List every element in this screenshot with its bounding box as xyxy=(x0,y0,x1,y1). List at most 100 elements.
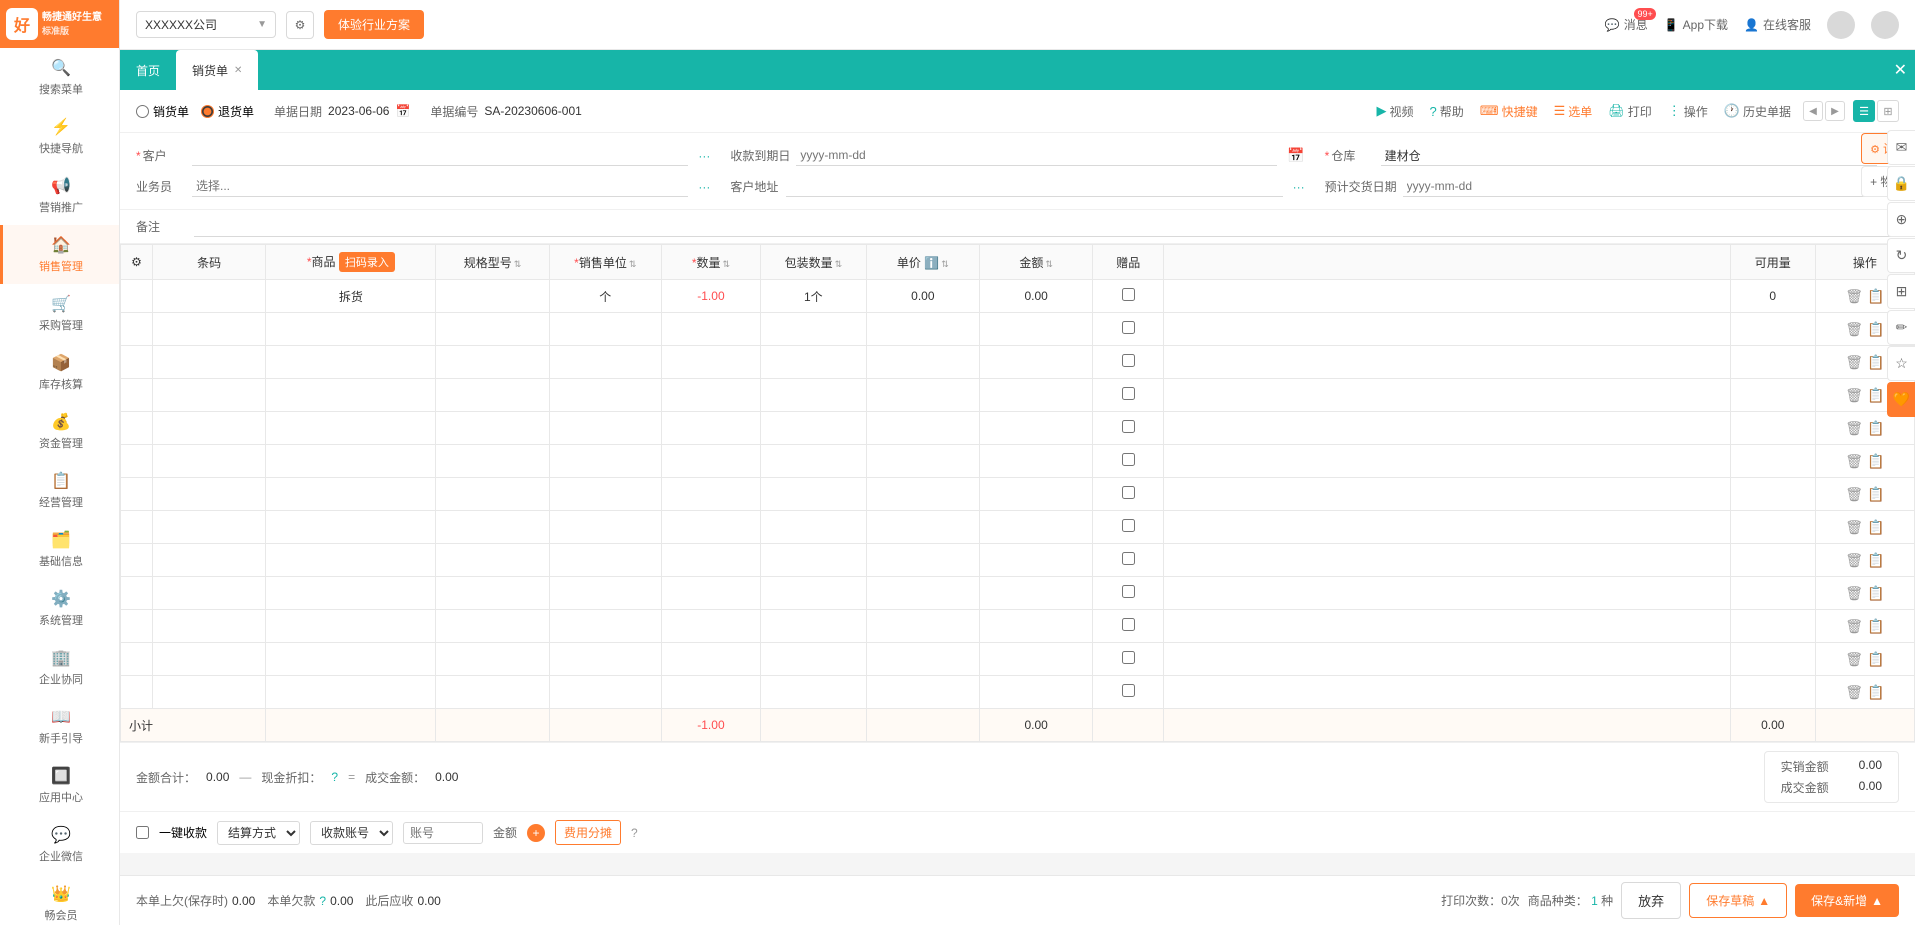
cell-spec[interactable] xyxy=(436,346,549,379)
cell-amount[interactable] xyxy=(979,643,1092,676)
customer-lookup-icon[interactable]: ··· xyxy=(698,149,710,163)
cell-barcode[interactable] xyxy=(153,610,266,643)
user-avatar2[interactable] xyxy=(1871,11,1899,39)
cell-price[interactable] xyxy=(866,511,979,544)
cell-amount[interactable]: 0.00 xyxy=(979,280,1092,313)
cell-product[interactable] xyxy=(266,676,436,709)
customer-input[interactable] xyxy=(192,145,688,166)
sale-order-radio[interactable]: 销货单 xyxy=(136,103,189,120)
cell-unit[interactable] xyxy=(549,412,661,445)
cell-amount[interactable] xyxy=(979,676,1092,709)
account-select[interactable]: 收款账号 xyxy=(310,821,393,845)
cell-gift[interactable] xyxy=(1093,445,1164,478)
sidebar-item-sales[interactable]: 🏠 销售管理 xyxy=(0,225,119,284)
copy-row-icon[interactable]: 📋 xyxy=(1867,387,1884,404)
cell-product[interactable] xyxy=(266,346,436,379)
cell-spec[interactable] xyxy=(436,379,549,412)
cell-gift[interactable] xyxy=(1093,280,1164,313)
cell-spec[interactable] xyxy=(436,643,549,676)
cell-spec[interactable] xyxy=(436,511,549,544)
cell-spec[interactable] xyxy=(436,544,549,577)
sidebar-item-enterprise[interactable]: 🏢 企业协同 xyxy=(0,638,119,697)
remark-input[interactable] xyxy=(194,216,1899,237)
cell-pack-qty[interactable] xyxy=(761,511,867,544)
user-avatar[interactable] xyxy=(1827,11,1855,39)
cell-product[interactable] xyxy=(266,379,436,412)
sidebar-item-member[interactable]: 👑 畅会员 xyxy=(0,874,119,925)
cell-unit[interactable] xyxy=(549,577,661,610)
cell-price[interactable] xyxy=(866,643,979,676)
cell-barcode[interactable] xyxy=(153,676,266,709)
cell-barcode[interactable] xyxy=(153,478,266,511)
copy-row-icon[interactable]: 📋 xyxy=(1867,651,1884,668)
cell-spec[interactable] xyxy=(436,478,549,511)
close-all-tabs-icon[interactable]: ✕ xyxy=(1894,60,1907,80)
copy-row-icon[interactable]: 📋 xyxy=(1867,618,1884,635)
due-date-calendar-icon[interactable]: 📅 xyxy=(1287,147,1304,164)
cell-qty[interactable] xyxy=(661,313,760,346)
calc-method-select[interactable]: 结算方式 xyxy=(217,821,300,845)
cell-gift[interactable] xyxy=(1093,643,1164,676)
cell-gift[interactable] xyxy=(1093,412,1164,445)
cell-pack-qty[interactable] xyxy=(761,577,867,610)
cell-barcode[interactable] xyxy=(153,544,266,577)
cell-unit[interactable] xyxy=(549,478,661,511)
cell-unit[interactable] xyxy=(549,511,661,544)
fee-help-icon[interactable]: ? xyxy=(631,826,638,840)
copy-row-icon[interactable]: 📋 xyxy=(1867,519,1884,536)
delete-row-icon[interactable]: 🗑 xyxy=(1845,486,1863,503)
cell-spec[interactable] xyxy=(436,445,549,478)
cell-gift[interactable] xyxy=(1093,313,1164,346)
cell-spec[interactable] xyxy=(436,313,549,346)
cell-gift[interactable] xyxy=(1093,379,1164,412)
cell-spec[interactable] xyxy=(436,280,549,313)
delete-row-icon[interactable]: 🗑 xyxy=(1845,354,1863,371)
salesperson-lookup-icon[interactable]: ··· xyxy=(698,180,710,194)
due-date-input[interactable] xyxy=(796,145,1277,166)
delete-row-icon[interactable]: 🗑 xyxy=(1845,387,1863,404)
cell-product[interactable] xyxy=(266,313,436,346)
cell-price[interactable] xyxy=(866,412,979,445)
cell-gift[interactable] xyxy=(1093,478,1164,511)
message-button[interactable]: 💬 消息 99+ xyxy=(1605,16,1648,33)
copy-row-icon[interactable]: 📋 xyxy=(1867,585,1884,602)
cell-amount[interactable] xyxy=(979,544,1092,577)
cell-amount[interactable] xyxy=(979,445,1092,478)
delete-row-icon[interactable]: 🗑 xyxy=(1845,519,1863,536)
date-calendar-icon[interactable]: 📅 xyxy=(395,104,410,118)
cell-amount[interactable] xyxy=(979,379,1092,412)
video-btn[interactable]: ▶ 视频 xyxy=(1373,101,1418,122)
cell-amount[interactable] xyxy=(979,610,1092,643)
copy-row-icon[interactable]: 📋 xyxy=(1867,420,1884,437)
cell-barcode[interactable] xyxy=(153,643,266,676)
sidebar-item-basic[interactable]: 🗂️ 基础信息 xyxy=(0,520,119,579)
cell-gift[interactable] xyxy=(1093,577,1164,610)
cell-product[interactable] xyxy=(266,544,436,577)
rs-bookmark-btn[interactable]: ⊞ xyxy=(1887,274,1915,309)
cell-qty[interactable] xyxy=(661,412,760,445)
abandon-button[interactable]: 放弃 xyxy=(1621,882,1681,919)
discount-help-icon[interactable]: ? xyxy=(331,770,338,784)
grid-view-btn[interactable]: ⊞ xyxy=(1877,100,1899,122)
cell-unit[interactable] xyxy=(549,643,661,676)
cell-pack-qty[interactable] xyxy=(761,379,867,412)
cell-qty[interactable]: -1.00 xyxy=(661,280,760,313)
cell-price[interactable] xyxy=(866,577,979,610)
help-btn[interactable]: ? 帮助 xyxy=(1426,101,1468,122)
delete-row-icon[interactable]: 🗑 xyxy=(1845,321,1863,338)
cell-gift[interactable] xyxy=(1093,544,1164,577)
cell-product[interactable] xyxy=(266,610,436,643)
copy-row-icon[interactable]: 📋 xyxy=(1867,321,1884,338)
cell-product[interactable] xyxy=(266,643,436,676)
cell-amount[interactable] xyxy=(979,313,1092,346)
cell-price[interactable]: 0.00 xyxy=(866,280,979,313)
cell-qty[interactable] xyxy=(661,478,760,511)
cell-barcode[interactable] xyxy=(153,445,266,478)
cell-price[interactable] xyxy=(866,478,979,511)
select-btn[interactable]: ☰ 选单 xyxy=(1550,101,1597,122)
cell-unit[interactable] xyxy=(549,676,661,709)
cell-qty[interactable] xyxy=(661,676,760,709)
cell-price[interactable] xyxy=(866,445,979,478)
prev-arrow[interactable]: ◀ xyxy=(1803,101,1823,121)
company-settings-button[interactable]: ⚙ xyxy=(286,11,314,39)
